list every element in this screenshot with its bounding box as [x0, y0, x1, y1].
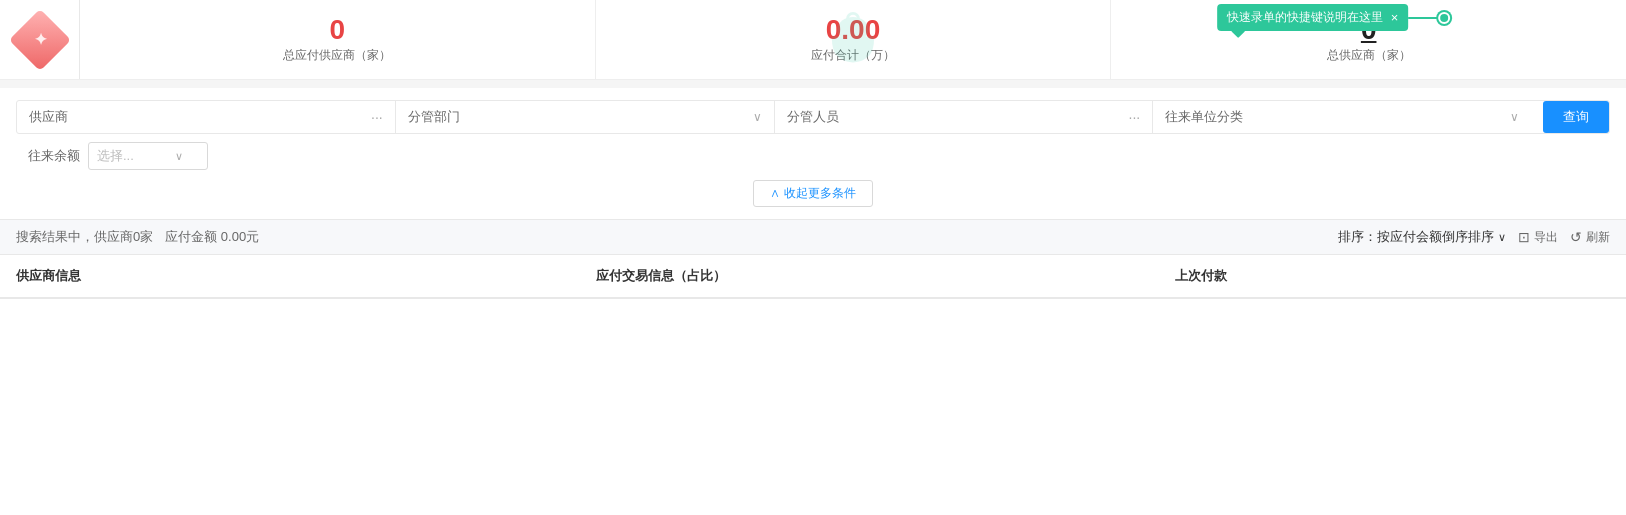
- unit-label: 往来单位分类: [1165, 108, 1243, 126]
- tooltip-area: 快速录单的快捷键说明在这里 ×: [1217, 4, 1451, 31]
- balance-placeholder: 选择...: [97, 147, 134, 165]
- sort-arrow-icon: ∨: [1498, 231, 1506, 244]
- results-actions: 排序：按应付会额倒序排序 ∨ ⊡ 导出 ↺ 刷新: [1338, 228, 1610, 246]
- department-label: 分管部门: [408, 108, 460, 126]
- person-input[interactable]: [847, 110, 1125, 125]
- results-amount: 应付金额 0.00元: [165, 228, 259, 246]
- refresh-icon: ↺: [1570, 229, 1582, 245]
- bag-bg-icon: [818, 5, 888, 75]
- search-area: 供应商 ··· 分管部门 ∨ 分管人员 ··· 往来单位分类 ∨ 查询 往来余额…: [0, 88, 1626, 220]
- col-header-supplier: 供应商信息: [16, 267, 596, 285]
- unit-input[interactable]: [1251, 110, 1506, 125]
- stats-row: ✦ 0 总应付供应商（家） 0.00 应付合计（万） 快速录单的快捷键说明在这里…: [0, 0, 1626, 80]
- table-header: 供应商信息 应付交易信息（占比） 上次付款: [0, 255, 1626, 299]
- supplier-input[interactable]: [87, 110, 367, 125]
- search-row-1: 供应商 ··· 分管部门 ∨ 分管人员 ··· 往来单位分类 ∨ 查询: [16, 100, 1610, 134]
- stat-label-suppliers: 总供应商（家）: [1327, 47, 1411, 64]
- person-field: 分管人员 ···: [775, 101, 1154, 133]
- logo-area: ✦: [0, 0, 80, 79]
- stat-total-payable-suppliers: 0 总应付供应商（家）: [80, 0, 596, 79]
- col-header-payment: 上次付款: [1175, 267, 1610, 285]
- stat-label-payable: 总应付供应商（家）: [283, 47, 391, 64]
- balance-arrow: ∨: [175, 150, 183, 163]
- stat-total-amount: 0.00 应付合计（万）: [596, 0, 1112, 79]
- supplier-label: 供应商: [29, 108, 79, 126]
- results-text: 搜索结果中，供应商0家: [16, 228, 153, 246]
- tooltip-text: 快速录单的快捷键说明在这里: [1227, 9, 1383, 26]
- results-bar: 搜索结果中，供应商0家 应付金额 0.00元 排序：按应付会额倒序排序 ∨ ⊡ …: [0, 220, 1626, 255]
- export-button[interactable]: ⊡ 导出: [1518, 229, 1558, 246]
- department-input[interactable]: [468, 110, 749, 125]
- export-label: 导出: [1534, 229, 1558, 246]
- results-summary: 搜索结果中，供应商0家 应付金额 0.00元: [16, 228, 259, 246]
- unit-field: 往来单位分类 ∨: [1153, 101, 1531, 133]
- tooltip-close[interactable]: ×: [1391, 10, 1399, 25]
- supplier-field: 供应商 ···: [17, 101, 396, 133]
- collapse-row: ∧ 收起更多条件: [16, 176, 1610, 211]
- balance-select[interactable]: 选择... ∨: [88, 142, 208, 170]
- stat-number-payable: 0: [330, 15, 346, 46]
- collapse-button[interactable]: ∧ 收起更多条件: [753, 180, 872, 207]
- unit-arrow[interactable]: ∨: [1510, 110, 1519, 124]
- export-icon: ⊡: [1518, 229, 1530, 245]
- tooltip-dot: [1438, 12, 1450, 24]
- stat-total-suppliers: 快速录单的快捷键说明在这里 × 0 总供应商（家）: [1111, 0, 1626, 79]
- tooltip-line: [1408, 17, 1438, 19]
- supplier-dots[interactable]: ···: [371, 109, 383, 125]
- refresh-button[interactable]: ↺ 刷新: [1570, 229, 1610, 246]
- department-arrow[interactable]: ∨: [753, 110, 762, 124]
- sort-button[interactable]: 排序：按应付会额倒序排序 ∨: [1338, 228, 1506, 246]
- col-header-transaction: 应付交易信息（占比）: [596, 267, 1176, 285]
- department-field: 分管部门 ∨: [396, 101, 775, 133]
- tooltip-arrow: [1231, 24, 1245, 38]
- person-dots[interactable]: ···: [1129, 109, 1141, 125]
- search-row-2: 往来余额 选择... ∨: [16, 142, 1610, 170]
- table-body: [0, 299, 1626, 515]
- refresh-label: 刷新: [1586, 229, 1610, 246]
- search-button[interactable]: 查询: [1543, 101, 1609, 133]
- balance-label: 往来余额: [28, 147, 80, 165]
- sort-label: 排序：按应付会额倒序排序: [1338, 228, 1494, 246]
- person-label: 分管人员: [787, 108, 839, 126]
- tooltip-bubble: 快速录单的快捷键说明在这里 ×: [1217, 4, 1409, 31]
